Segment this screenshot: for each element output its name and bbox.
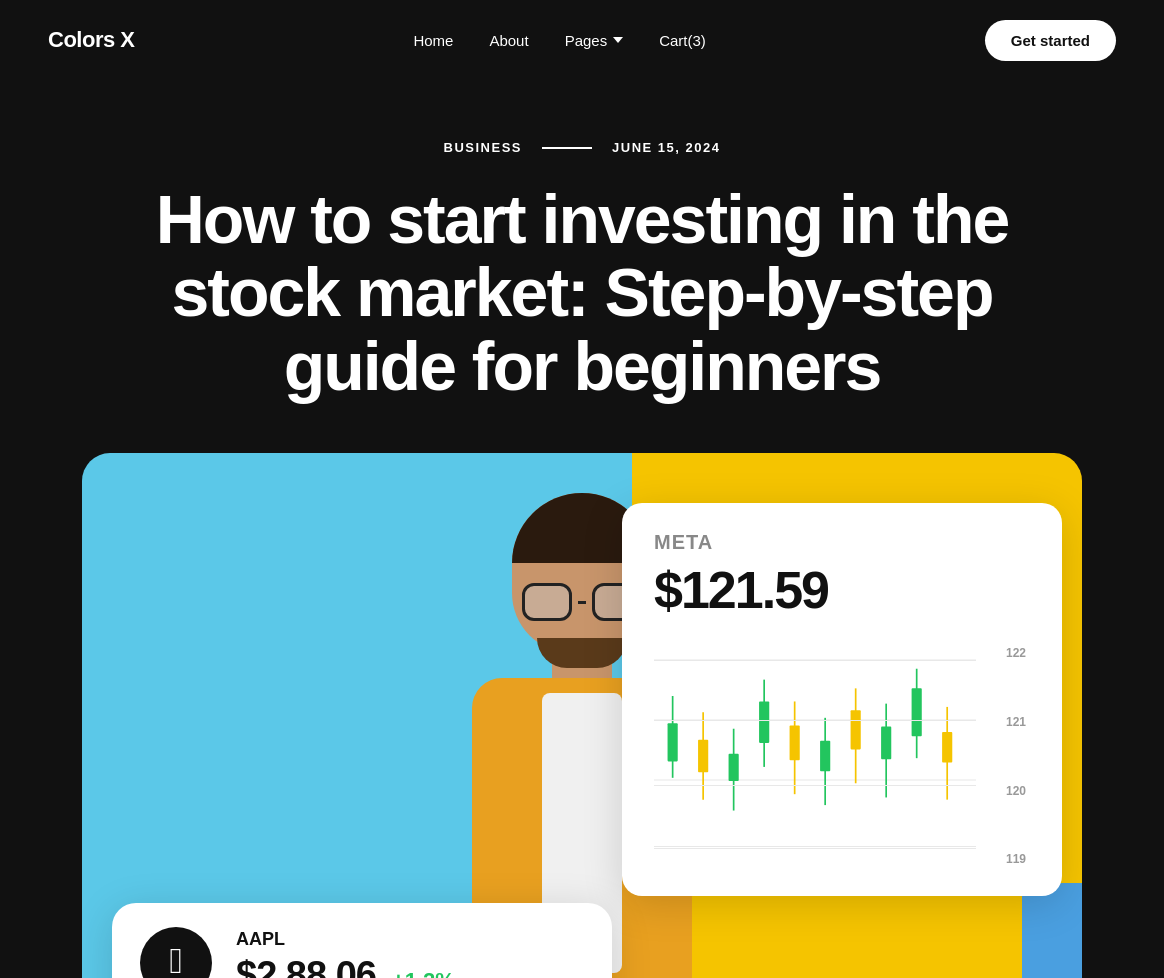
logo: Colors X: [48, 27, 134, 53]
apple-logo-icon: : [169, 943, 182, 978]
aapl-change: +1.2%: [392, 968, 455, 978]
meta-ticker: META: [654, 531, 1030, 554]
chart-label-119: 119: [980, 852, 1030, 866]
aapl-icon: : [140, 927, 212, 978]
nav-home[interactable]: Home: [413, 32, 453, 49]
bottom-blue-accent: [1022, 883, 1082, 978]
navbar: Colors X Home About Pages Cart(3) Get st…: [0, 0, 1164, 80]
hero-category: BUSINESS: [444, 140, 522, 155]
aapl-info: AAPL $2.88.06 +1.2%: [236, 929, 584, 978]
chart-area: [654, 636, 976, 876]
nav-links: Home About Pages Cart(3): [413, 32, 705, 49]
aapl-stock-card:  AAPL $2.88.06 +1.2%: [112, 903, 612, 978]
meta-price: $121.59: [654, 560, 1030, 620]
aapl-ticker: AAPL: [236, 929, 584, 950]
meta-stock-card: META $121.59: [622, 503, 1062, 896]
nav-pages[interactable]: Pages: [565, 32, 624, 49]
chart-label-120: 120: [980, 784, 1030, 798]
hero-section: BUSINESS JUNE 15, 2024 How to start inve…: [0, 80, 1164, 403]
nav-about[interactable]: About: [489, 32, 528, 49]
chart-label-122: 122: [980, 646, 1030, 660]
chevron-down-icon: [613, 37, 623, 43]
chart-label-121: 121: [980, 715, 1030, 729]
hero-image-card: META $121.59: [82, 453, 1082, 978]
chart-labels: 122 121 120 119: [980, 636, 1030, 876]
nav-pages-label: Pages: [565, 32, 608, 49]
nav-cart[interactable]: Cart(3): [659, 32, 706, 49]
aapl-price: $2.88.06: [236, 954, 376, 978]
hero-title: How to start investing in the stock mark…: [92, 183, 1072, 403]
candlestick-chart: 122 121 120 119: [654, 636, 1030, 876]
chart-grid: [654, 636, 976, 876]
get-started-button[interactable]: Get started: [985, 20, 1116, 61]
hero-divider: [542, 147, 592, 149]
hero-date: JUNE 15, 2024: [612, 140, 720, 155]
hero-meta: BUSINESS JUNE 15, 2024: [80, 140, 1084, 155]
